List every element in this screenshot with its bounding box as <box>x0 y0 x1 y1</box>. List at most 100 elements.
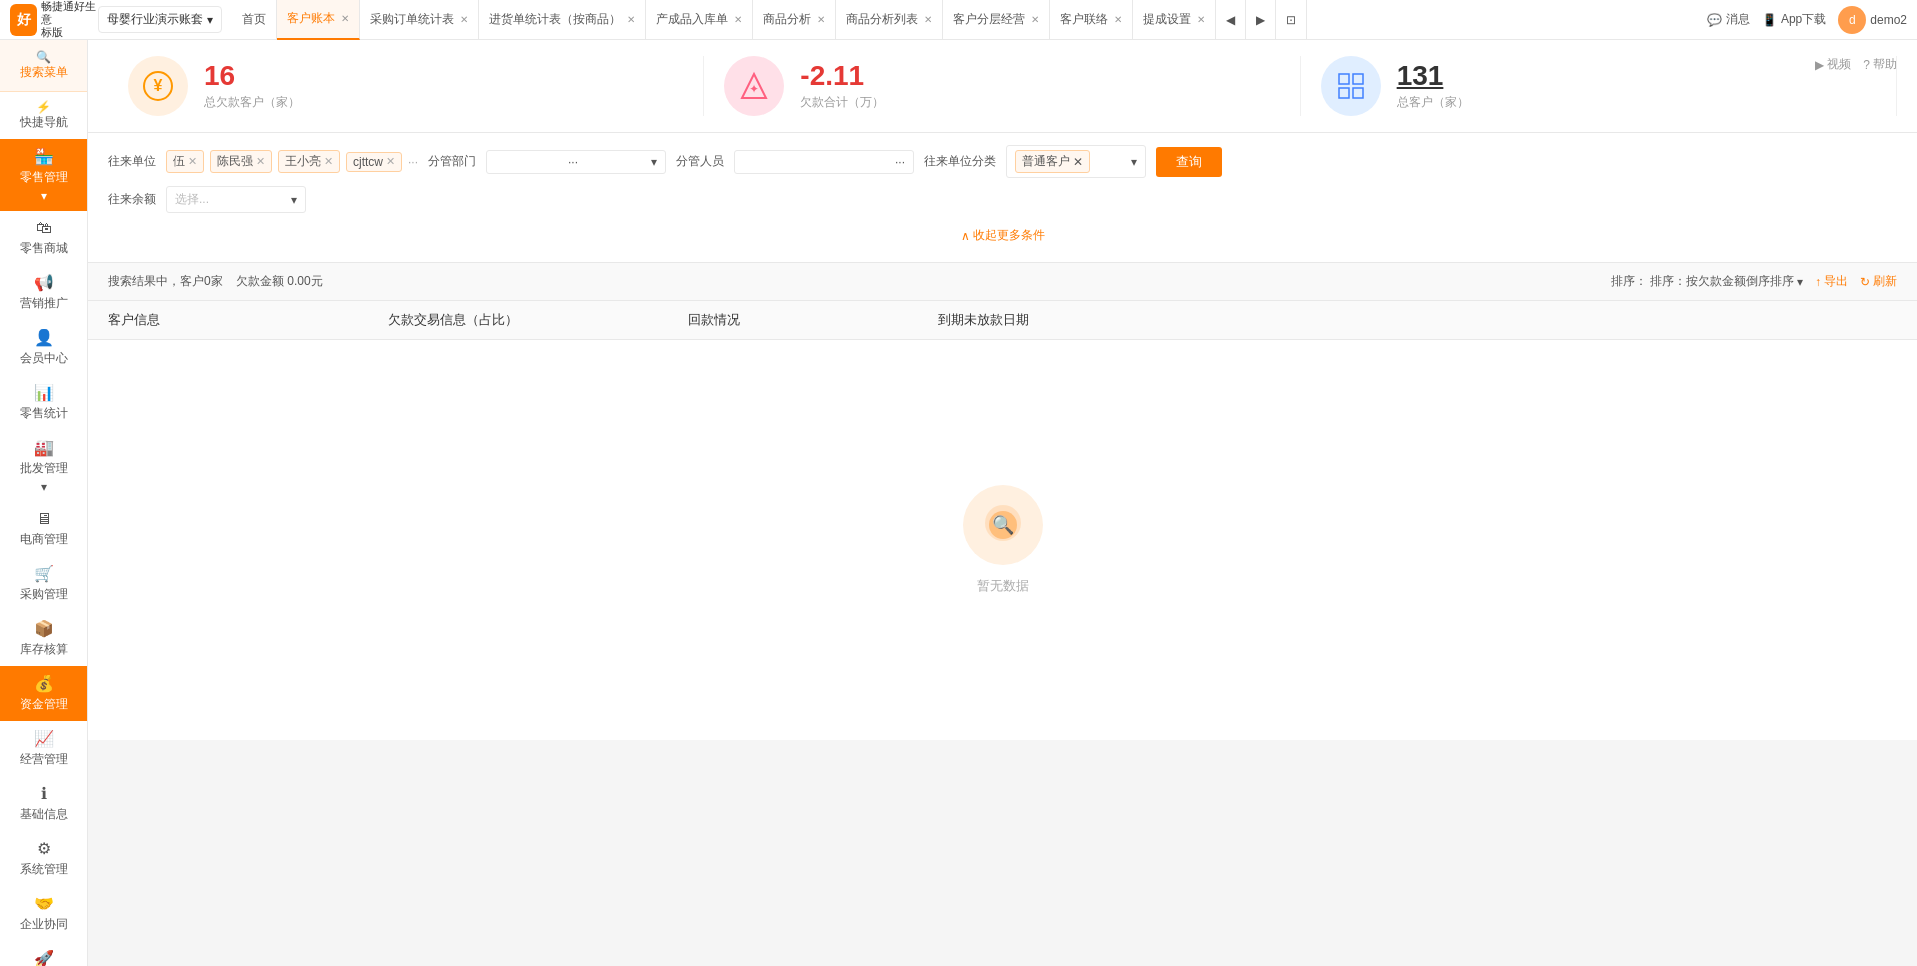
tab-close-icon[interactable]: ✕ <box>734 14 742 25</box>
message-button[interactable]: 💬 消息 <box>1707 11 1750 28</box>
sidebar-item-inventory[interactable]: 📦 库存核算 <box>0 611 87 666</box>
collapse-button[interactable]: ∧ 收起更多条件 <box>961 221 1045 250</box>
video-link[interactable]: ▶ 视频 <box>1815 56 1851 73</box>
remove-tag-wu[interactable]: ✕ <box>188 155 197 168</box>
sidebar-item-operations[interactable]: 📈 经营管理 <box>0 721 87 776</box>
tab-close-icon[interactable]: ✕ <box>627 14 635 25</box>
sidebar-item-ecommerce[interactable]: 🖥 电商管理 <box>0 502 87 556</box>
avatar: d <box>1838 6 1866 34</box>
purchase-icon: 🛒 <box>34 564 54 583</box>
tab-commission-settings[interactable]: 提成设置 ✕ <box>1133 0 1216 40</box>
filter-tag-category: 普通客户 ✕ <box>1015 150 1090 173</box>
tab-customer-contact[interactable]: 客户联络 ✕ <box>1050 0 1133 40</box>
filter-label-category: 往来单位分类 <box>924 153 996 170</box>
tab-close-icon[interactable]: ✕ <box>1114 14 1122 25</box>
remove-tag-chen[interactable]: ✕ <box>256 155 265 168</box>
filter-row-2: 往来余额 选择... ▾ <box>108 186 1897 213</box>
tab-product-analysis[interactable]: 商品分析 ✕ <box>753 0 836 40</box>
inventory-icon: 📦 <box>34 619 54 638</box>
app-download-button[interactable]: 📱 App下载 <box>1762 11 1826 28</box>
tab-customer-tier[interactable]: 客户分层经营 ✕ <box>943 0 1050 40</box>
sidebar-item-retail-stats[interactable]: 📊 零售统计 <box>0 375 87 430</box>
logo-text: 畅捷通好生意 标版 <box>41 0 98 39</box>
help-icon: ? <box>1863 58 1870 72</box>
table-body: 🔍 暂无数据 <box>88 340 1917 740</box>
filter-category-select[interactable]: 普通客户 ✕ ▾ <box>1006 145 1146 178</box>
stats-icon: 📊 <box>34 383 54 402</box>
video-icon: ▶ <box>1815 58 1824 72</box>
stat-content-total: 131 总客户（家） <box>1397 62 1469 111</box>
sidebar-item-retail[interactable]: 🏪 零售管理 ▾ <box>0 139 87 211</box>
filter-label-person: 分管人员 <box>676 153 724 170</box>
stat-icon-debt: ✦ <box>724 56 784 116</box>
wholesale-icon: 🏭 <box>34 438 54 457</box>
stat-number-customers: 16 <box>204 62 300 90</box>
sidebar-item-collaboration[interactable]: 🤝 企业协同 <box>0 886 87 941</box>
user-avatar[interactable]: d demo2 <box>1838 6 1907 34</box>
tab-next[interactable]: ▶ <box>1246 0 1276 40</box>
remove-tag-cjttcw[interactable]: ✕ <box>386 155 395 168</box>
sidebar-quick-nav[interactable]: ⚡ 快捷导航 <box>0 92 87 139</box>
system-icon: ⚙ <box>37 839 51 858</box>
sidebar-item-member[interactable]: 👤 会员中心 <box>0 320 87 375</box>
result-bar: 搜索结果中，客户0家 欠款金额 0.00元 排序： 排序：按欠款金额倒序排序 ▾… <box>88 263 1917 301</box>
remove-category[interactable]: ✕ <box>1073 155 1083 169</box>
svg-text:✦: ✦ <box>749 82 759 96</box>
chevron-down-icon4: ▾ <box>1797 275 1803 289</box>
chevron-down-icon2: ▾ <box>1131 155 1137 169</box>
tab-customer-account[interactable]: 客户账本 ✕ <box>277 0 360 40</box>
export-icon: ↑ <box>1815 275 1821 289</box>
help-link[interactable]: ? 帮助 <box>1863 56 1897 73</box>
stat-icon-customers: ¥ <box>128 56 188 116</box>
tab-home[interactable]: 首页 <box>232 0 277 40</box>
tab-close-icon[interactable]: ✕ <box>924 14 932 25</box>
chevron-down-icon: ▾ <box>651 155 657 169</box>
sidebar-item-finance[interactable]: 💰 资金管理 <box>0 666 87 721</box>
tab-close-icon[interactable]: ✕ <box>341 13 349 24</box>
tab-close-icon[interactable]: ✕ <box>1031 14 1039 25</box>
query-button[interactable]: 查询 <box>1156 147 1222 177</box>
sidebar-item-wholesale[interactable]: 🏭 批发管理 ▾ <box>0 430 87 502</box>
svg-rect-5 <box>1353 74 1363 84</box>
sidebar-item-guide[interactable]: 🚀 新手引导 <box>0 941 87 966</box>
stat-number-total: 131 <box>1397 62 1469 90</box>
tab-purchase-stats[interactable]: 进货单统计表（按商品） ✕ <box>479 0 646 40</box>
logo-area: 好 畅捷通好生意 标版 <box>10 0 98 39</box>
chevron-down-icon: ▾ <box>207 13 213 27</box>
sidebar-search[interactable]: 🔍 搜索菜单 <box>0 40 87 92</box>
tab-close-icon[interactable]: ✕ <box>1197 14 1205 25</box>
tab-close-icon[interactable]: ✕ <box>460 14 468 25</box>
workspace-label: 母婴行业演示账套 <box>107 11 203 28</box>
tab-purchase-order[interactable]: 采购订单统计表 ✕ <box>360 0 479 40</box>
retail-icon: 🏪 <box>34 147 54 166</box>
tab-product-inbound[interactable]: 产成品入库单 ✕ <box>646 0 753 40</box>
filter-person-select[interactable]: ··· <box>734 150 914 174</box>
workspace-selector[interactable]: 母婴行业演示账套 ▾ <box>98 6 222 33</box>
guide-icon: 🚀 <box>34 949 54 966</box>
stat-icon-total <box>1321 56 1381 116</box>
export-button[interactable]: ↑ 导出 <box>1815 273 1848 290</box>
main-layout: 🔍 搜索菜单 ⚡ 快捷导航 🏪 零售管理 ▾ 🛍 零售商城 📢 营销推广 👤 会… <box>0 40 1917 966</box>
sort-label: 排序： <box>1611 273 1647 290</box>
refresh-button[interactable]: ↻ 刷新 <box>1860 273 1897 290</box>
filter-tag-chen: 陈民强 ✕ <box>210 150 272 173</box>
sidebar-item-marketing[interactable]: 📢 营销推广 <box>0 265 87 320</box>
remove-tag-wang[interactable]: ✕ <box>324 155 333 168</box>
tab-maximize[interactable]: ⊡ <box>1276 0 1307 40</box>
download-icon: 📱 <box>1762 13 1777 27</box>
tab-close-icon[interactable]: ✕ <box>817 14 825 25</box>
svg-text:🔍: 🔍 <box>992 514 1015 536</box>
sort-select[interactable]: 排序： 排序：按欠款金额倒序排序 ▾ <box>1611 273 1803 290</box>
sidebar-item-basic-info[interactable]: ℹ 基础信息 <box>0 776 87 831</box>
filter-balance-select[interactable]: 选择... ▾ <box>166 186 306 213</box>
stats-bar: ¥ 16 总欠款客户（家） ✦ -2.11 欠款合计 <box>88 40 1917 133</box>
tab-product-analysis-list[interactable]: 商品分析列表 ✕ <box>836 0 943 40</box>
filter-more-icon[interactable]: ··· <box>408 155 418 169</box>
filter-dept-select[interactable]: ··· ▾ <box>486 150 666 174</box>
sidebar-item-purchase[interactable]: 🛒 采购管理 <box>0 556 87 611</box>
col-customer-info: 客户信息 <box>108 311 388 329</box>
sidebar-item-retail-mall[interactable]: 🛍 零售商城 <box>0 211 87 265</box>
sidebar-item-system[interactable]: ⚙ 系统管理 <box>0 831 87 886</box>
chevron-icon: ▾ <box>41 480 47 494</box>
tab-more[interactable]: ◀ <box>1216 0 1246 40</box>
